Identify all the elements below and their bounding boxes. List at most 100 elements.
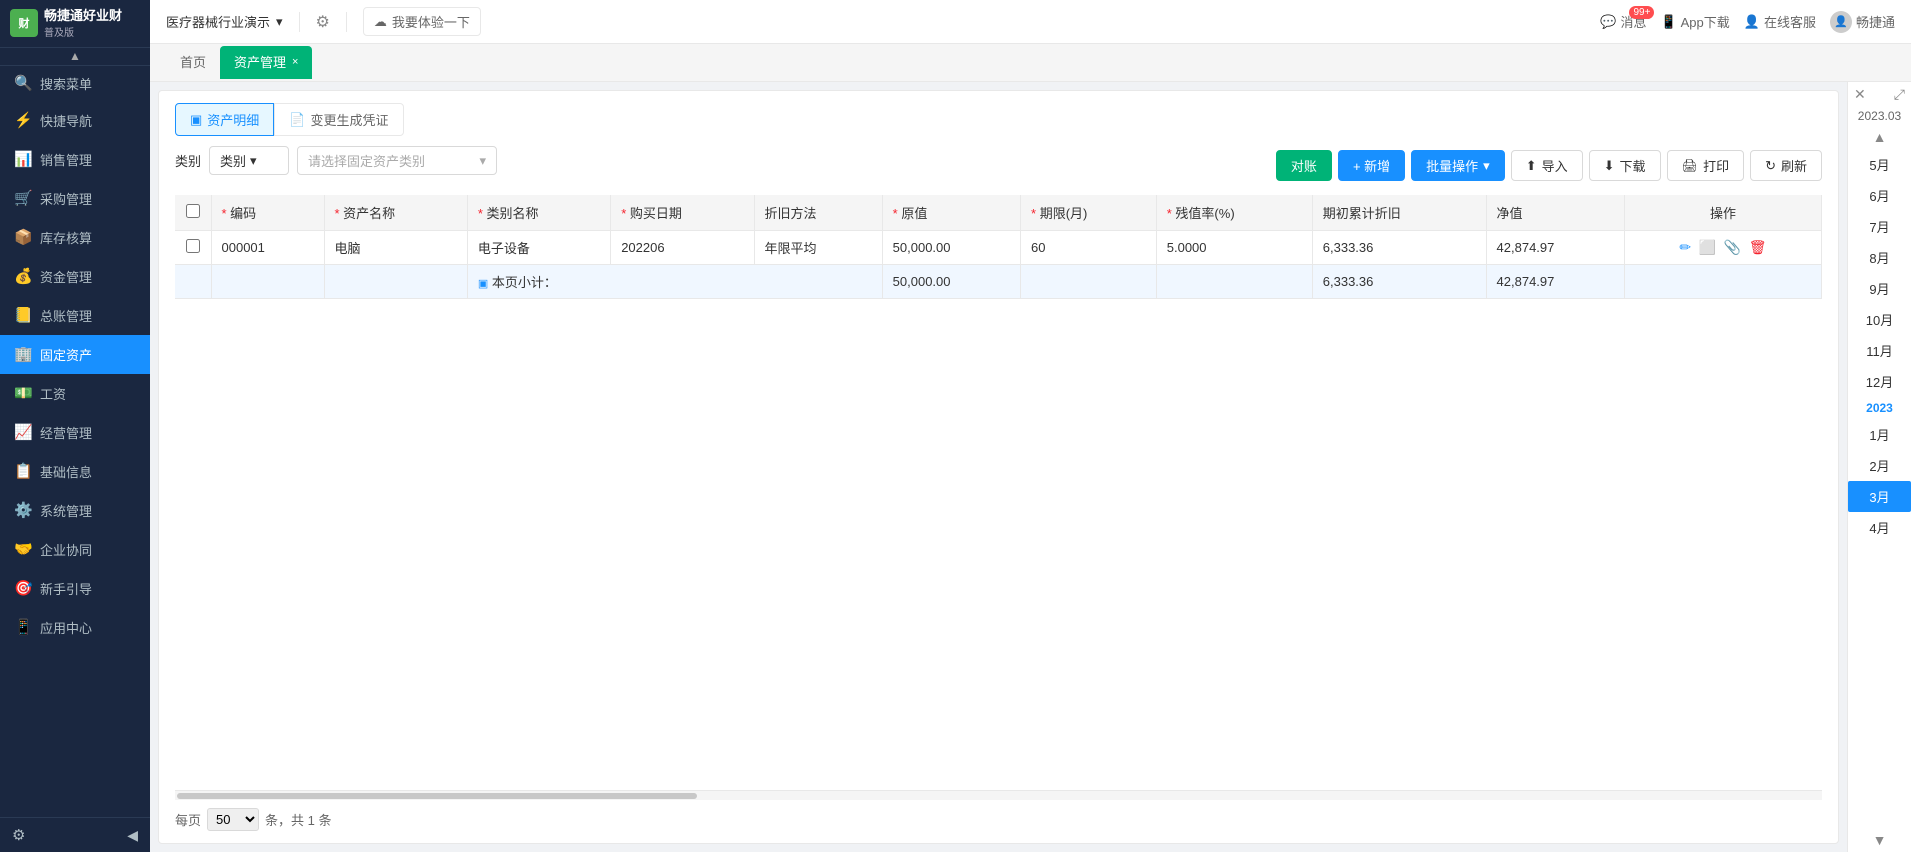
message-badge: 99+ (1629, 6, 1654, 19)
import-button[interactable]: ⬆ 导入 (1511, 150, 1583, 181)
category-main-arrow: ▾ (479, 153, 486, 169)
category-main-select[interactable]: 请选择固定资产类别 ▾ (297, 146, 497, 175)
import-label: 导入 (1542, 156, 1568, 175)
sub-tab-change-voucher[interactable]: 📄 变更生成凭证 (274, 103, 403, 136)
edit-button[interactable]: ✏ (1679, 239, 1691, 255)
sidebar-item-fixed-assets[interactable]: 🏢 固定资产 (0, 335, 150, 374)
select-all-checkbox[interactable] (186, 204, 200, 218)
collapse-button[interactable]: ◀ (127, 827, 138, 844)
month-7[interactable]: 7月 (1848, 211, 1911, 242)
td-period: 60 (1021, 231, 1157, 265)
search-icon: 🔍 (14, 74, 32, 92)
tab-home[interactable]: 首页 (166, 46, 220, 79)
right-panel-expand-icon[interactable]: ⤢ (1894, 86, 1905, 103)
up-arrow-button[interactable]: ▲ (1873, 129, 1887, 145)
ledger-icon: 📒 (14, 306, 32, 324)
new-button[interactable]: + 新增 (1338, 150, 1405, 181)
sidebar-scroll-up[interactable]: ▲ (67, 48, 83, 64)
batch-ops-button[interactable]: 批量操作 ▾ (1411, 150, 1505, 181)
sidebar-item-capital[interactable]: 💰 资金管理 (0, 257, 150, 296)
app-icon: 📱 (1660, 14, 1676, 30)
month-11[interactable]: 11月 (1848, 335, 1911, 366)
sidebar-item-operations[interactable]: 📈 经营管理 (0, 413, 150, 452)
sub-tab-asset-detail[interactable]: ▣ 资产明细 (175, 103, 274, 136)
sidebar-item-enterprise[interactable]: 🤝 企业协同 (0, 530, 150, 569)
company-name: 医疗器械行业演示 (166, 12, 270, 31)
company-selector[interactable]: 医疗器械行业演示 ▾ (166, 12, 283, 31)
month-3-current[interactable]: 3月 (1848, 481, 1911, 512)
change-voucher-label: 变更生成凭证 (311, 110, 389, 129)
row-checkbox[interactable] (186, 239, 200, 253)
sidebar-item-label-fixed-assets: 固定资产 (40, 345, 92, 364)
sidebar-item-salary[interactable]: 💵 工资 (0, 374, 150, 413)
asset-detail-label: 资产明细 (207, 110, 259, 129)
sidebar: 财 畅捷通好业财 普及版 ▲ 🔍 搜索菜单 ⚡ 快捷导航 📊 销售管理 🛒 采购… (0, 0, 150, 852)
td-subtotal-empty-check (175, 265, 211, 299)
scroll-thumb[interactable] (177, 793, 697, 799)
message-button[interactable]: 💬 消息 99+ (1600, 12, 1646, 31)
sidebar-item-basic-info[interactable]: 📋 基础信息 (0, 452, 150, 491)
th-initial-accumulated: 期初累计折旧 (1312, 195, 1486, 231)
sidebar-item-system[interactable]: ⚙️ 系统管理 (0, 491, 150, 530)
sidebar-item-search[interactable]: 🔍 搜索菜单 (0, 66, 150, 101)
sidebar-item-label-basic-info: 基础信息 (40, 462, 92, 481)
td-subtotal-ops (1624, 265, 1821, 299)
copy-button[interactable]: ⬜ (1699, 239, 1716, 255)
sidebar-item-label-app-center: 应用中心 (40, 618, 92, 637)
sidebar-item-quick-nav[interactable]: ⚡ 快捷导航 (0, 101, 150, 140)
th-operations: 操作 (1624, 195, 1821, 231)
sidebar-item-guide[interactable]: 🎯 新手引导 (0, 569, 150, 608)
toolbar: 类别 类别 ▾ 请选择固定资产类别 ▾ 对账 + 新增 (175, 146, 1822, 185)
down-arrow-button[interactable]: ▼ (1873, 832, 1887, 848)
topbar-divider-1 (299, 12, 300, 32)
month-9[interactable]: 9月 (1848, 273, 1911, 304)
app-download-button[interactable]: 📱 App下载 (1660, 12, 1729, 31)
month-1[interactable]: 1月 (1848, 419, 1911, 450)
month-4[interactable]: 4月 (1848, 512, 1911, 543)
right-panel-close-icon[interactable]: ✕ (1854, 86, 1866, 103)
guide-icon: 🎯 (14, 579, 32, 597)
sales-icon: 📊 (14, 150, 32, 168)
per-page-select[interactable]: 50 10 20 100 (207, 808, 259, 831)
right-panel-arrows: ▲ (1873, 125, 1887, 149)
enterprise-icon: 🤝 (14, 540, 32, 558)
month-6[interactable]: 6月 (1848, 180, 1911, 211)
sidebar-item-app-center[interactable]: 📱 应用中心 (0, 608, 150, 647)
td-residual-rate: 5.0000 (1156, 231, 1312, 265)
tab-close-icon[interactable]: × (292, 56, 298, 68)
download-icon: ⬇ (1604, 158, 1615, 174)
category-type-select[interactable]: 类别 ▾ (209, 146, 289, 175)
month-12[interactable]: 12月 (1848, 366, 1911, 397)
reconcile-button[interactable]: 对账 (1276, 150, 1332, 181)
refresh-icon: ↻ (1765, 158, 1776, 174)
sidebar-item-purchase[interactable]: 🛒 采购管理 (0, 179, 150, 218)
app-center-icon: 📱 (14, 618, 32, 636)
experience-label: 我要体验一下 (392, 12, 470, 31)
user-profile-button[interactable]: 👤 畅捷通 (1830, 11, 1895, 33)
print-icon: 🖨 (1682, 158, 1699, 174)
tab-asset-management[interactable]: 资产管理 × (220, 46, 312, 79)
month-8[interactable]: 8月 (1848, 242, 1911, 273)
th-purchase-date: * 购买日期 (611, 195, 754, 231)
sidebar-item-sales[interactable]: 📊 销售管理 (0, 140, 150, 179)
attachment-button[interactable]: 📎 (1724, 239, 1741, 255)
refresh-button[interactable]: ↻ 刷新 (1750, 150, 1822, 181)
delete-button[interactable]: 🗑 (1749, 239, 1767, 255)
right-panel-down-arrows: ▼ (1873, 828, 1887, 852)
download-button[interactable]: ⬇ 下载 (1589, 150, 1661, 181)
month-2[interactable]: 2月 (1848, 450, 1911, 481)
month-5[interactable]: 5月 (1848, 149, 1911, 180)
sidebar-item-label-inventory: 库存核算 (40, 228, 92, 247)
settings-gear-icon[interactable]: ⚙ (316, 12, 330, 32)
sidebar-item-inventory[interactable]: 📦 库存核算 (0, 218, 150, 257)
right-panel-header: ✕ ⤢ (1848, 82, 1911, 107)
horizontal-scrollbar[interactable] (175, 790, 1822, 800)
online-service-button[interactable]: 👤 在线客服 (1744, 12, 1816, 31)
tabs-bar: 首页 资产管理 × (150, 44, 1911, 82)
print-button[interactable]: 🖨 打印 (1667, 150, 1745, 181)
td-check (175, 231, 211, 265)
experience-button[interactable]: ☁ 我要体验一下 (363, 7, 481, 36)
sidebar-item-ledger[interactable]: 📒 总账管理 (0, 296, 150, 335)
settings-icon[interactable]: ⚙ (12, 826, 25, 844)
month-10[interactable]: 10月 (1848, 304, 1911, 335)
